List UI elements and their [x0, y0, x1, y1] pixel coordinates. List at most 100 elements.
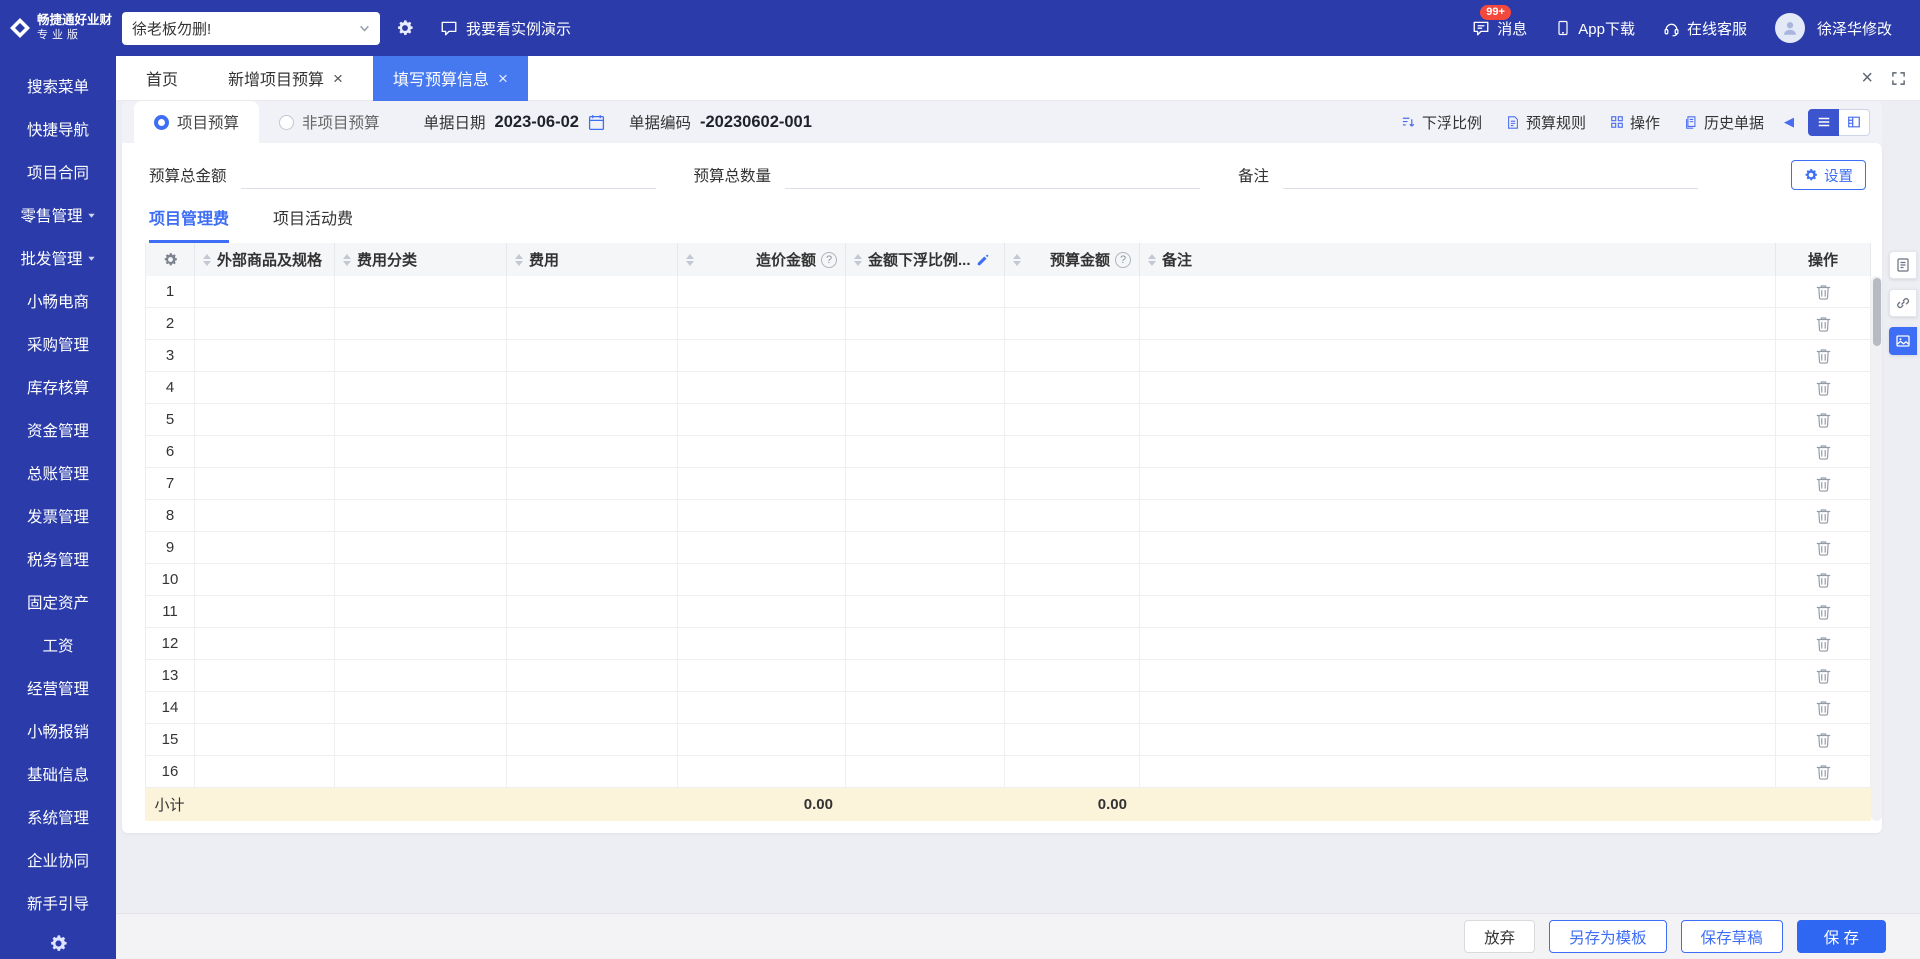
code-value[interactable]: -20230602-001: [700, 113, 812, 132]
date-value[interactable]: 2023-06-02: [495, 113, 579, 132]
table-scrollbar[interactable]: [1871, 276, 1882, 821]
calendar-icon[interactable]: [588, 114, 605, 131]
close-all-tabs-icon[interactable]: ×: [1861, 68, 1873, 88]
form-view-toggle[interactable]: [1839, 108, 1870, 136]
cell-external-goods[interactable]: [195, 500, 335, 532]
cell-float-ratio[interactable]: [846, 596, 1005, 628]
cell-expense-category[interactable]: [335, 404, 507, 436]
column-header-expense[interactable]: 费用: [507, 243, 678, 276]
close-tab-icon[interactable]: ×: [333, 70, 343, 87]
cell-float-ratio[interactable]: [846, 724, 1005, 756]
cell-expense-category[interactable]: [335, 692, 507, 724]
cell-remark[interactable]: [1140, 692, 1776, 724]
cell-expense[interactable]: [507, 500, 678, 532]
cell-cost-amount[interactable]: [678, 692, 846, 724]
cell-external-goods[interactable]: [195, 468, 335, 500]
prev-arrow-icon[interactable]: ◀: [1784, 114, 1794, 130]
discard-button[interactable]: 放弃: [1464, 920, 1536, 953]
sort-icon[interactable]: [854, 253, 862, 266]
cell-cost-amount[interactable]: [678, 724, 846, 756]
scrollbar-thumb[interactable]: [1872, 278, 1881, 346]
sidebar-item-15[interactable]: 小畅报销: [0, 709, 116, 752]
cell-cost-amount[interactable]: [678, 372, 846, 404]
cell-remark[interactable]: [1140, 468, 1776, 500]
sidebar-item-7[interactable]: 库存核算: [0, 365, 116, 408]
radio-nonproject-budget[interactable]: 非项目预算: [259, 101, 400, 143]
cell-remark[interactable]: [1140, 532, 1776, 564]
sidebar-item-11[interactable]: 税务管理: [0, 537, 116, 580]
user-name[interactable]: 徐泽华修改: [1817, 18, 1892, 39]
cell-remark[interactable]: [1140, 596, 1776, 628]
delete-row-icon[interactable]: [1816, 700, 1831, 716]
cell-expense-category[interactable]: [335, 628, 507, 660]
topbar-settings-gear-icon[interactable]: [396, 19, 414, 37]
sidebar-item-19[interactable]: 新手引导: [0, 881, 116, 924]
cell-expense[interactable]: [507, 756, 678, 788]
sidebar-item-18[interactable]: 企业协同: [0, 838, 116, 881]
detail-tab-0[interactable]: 项目管理费: [149, 205, 230, 243]
sidebar-item-3[interactable]: 零售管理: [0, 193, 116, 236]
sidebar-item-1[interactable]: 快捷导航: [0, 107, 116, 150]
cell-float-ratio[interactable]: [846, 308, 1005, 340]
cell-expense[interactable]: [507, 372, 678, 404]
cell-expense-category[interactable]: [335, 596, 507, 628]
cell-external-goods[interactable]: [195, 660, 335, 692]
cell-expense-category[interactable]: [335, 756, 507, 788]
fullscreen-icon[interactable]: [1891, 71, 1906, 86]
sidebar-item-4[interactable]: 批发管理: [0, 236, 116, 279]
cell-float-ratio[interactable]: [846, 756, 1005, 788]
cell-cost-amount[interactable]: [678, 596, 846, 628]
cell-budget-amount[interactable]: [1005, 276, 1140, 308]
column-header-external-goods[interactable]: 外部商品及规格: [195, 243, 335, 276]
delete-row-icon[interactable]: [1816, 412, 1831, 428]
operations-button[interactable]: 操作: [1610, 112, 1660, 133]
cell-expense-category[interactable]: [335, 468, 507, 500]
cell-expense[interactable]: [507, 660, 678, 692]
history-docs-button[interactable]: 历史单据: [1684, 112, 1764, 133]
delete-row-icon[interactable]: [1816, 476, 1831, 492]
float-ratio-button[interactable]: 下浮比例: [1401, 112, 1482, 133]
cell-expense[interactable]: [507, 436, 678, 468]
attachment-icon[interactable]: [1889, 289, 1917, 317]
cell-float-ratio[interactable]: [846, 276, 1005, 308]
cell-remark[interactable]: [1140, 276, 1776, 308]
cell-expense[interactable]: [507, 628, 678, 660]
column-header-expense-category[interactable]: 费用分类: [335, 243, 507, 276]
cell-remark[interactable]: [1140, 308, 1776, 340]
cell-expense-category[interactable]: [335, 660, 507, 692]
online-service-button[interactable]: 在线客服: [1663, 18, 1747, 39]
cell-float-ratio[interactable]: [846, 660, 1005, 692]
sort-icon[interactable]: [1148, 253, 1156, 266]
delete-row-icon[interactable]: [1816, 636, 1831, 652]
cell-float-ratio[interactable]: [846, 372, 1005, 404]
delete-row-icon[interactable]: [1816, 284, 1831, 300]
avatar[interactable]: [1774, 13, 1805, 43]
delete-row-icon[interactable]: [1816, 508, 1831, 524]
cell-external-goods[interactable]: [195, 724, 335, 756]
cell-expense-category[interactable]: [335, 532, 507, 564]
delete-row-icon[interactable]: [1816, 732, 1831, 748]
remark-input[interactable]: [1283, 161, 1699, 189]
cell-float-ratio[interactable]: [846, 692, 1005, 724]
list-view-toggle[interactable]: [1808, 108, 1839, 136]
help-icon[interactable]: ?: [821, 251, 837, 268]
cell-cost-amount[interactable]: [678, 404, 846, 436]
cell-float-ratio[interactable]: [846, 468, 1005, 500]
delete-row-icon[interactable]: [1816, 316, 1831, 332]
sidebar-item-17[interactable]: 系统管理: [0, 795, 116, 838]
cell-external-goods[interactable]: [195, 276, 335, 308]
cell-external-goods[interactable]: [195, 532, 335, 564]
cell-remark[interactable]: [1140, 660, 1776, 692]
sidebar-item-6[interactable]: 采购管理: [0, 322, 116, 365]
cell-external-goods[interactable]: [195, 372, 335, 404]
sort-icon[interactable]: [203, 253, 211, 266]
cell-float-ratio[interactable]: [846, 340, 1005, 372]
sort-icon[interactable]: [1013, 253, 1021, 266]
cell-expense[interactable]: [507, 468, 678, 500]
cell-float-ratio[interactable]: [846, 564, 1005, 596]
cell-budget-amount[interactable]: [1005, 532, 1140, 564]
sidebar-item-12[interactable]: 固定资产: [0, 580, 116, 623]
cell-budget-amount[interactable]: [1005, 660, 1140, 692]
page-tab-1[interactable]: 新增项目预算 ×: [208, 56, 363, 101]
save-draft-button[interactable]: 保存草稿: [1680, 920, 1783, 953]
